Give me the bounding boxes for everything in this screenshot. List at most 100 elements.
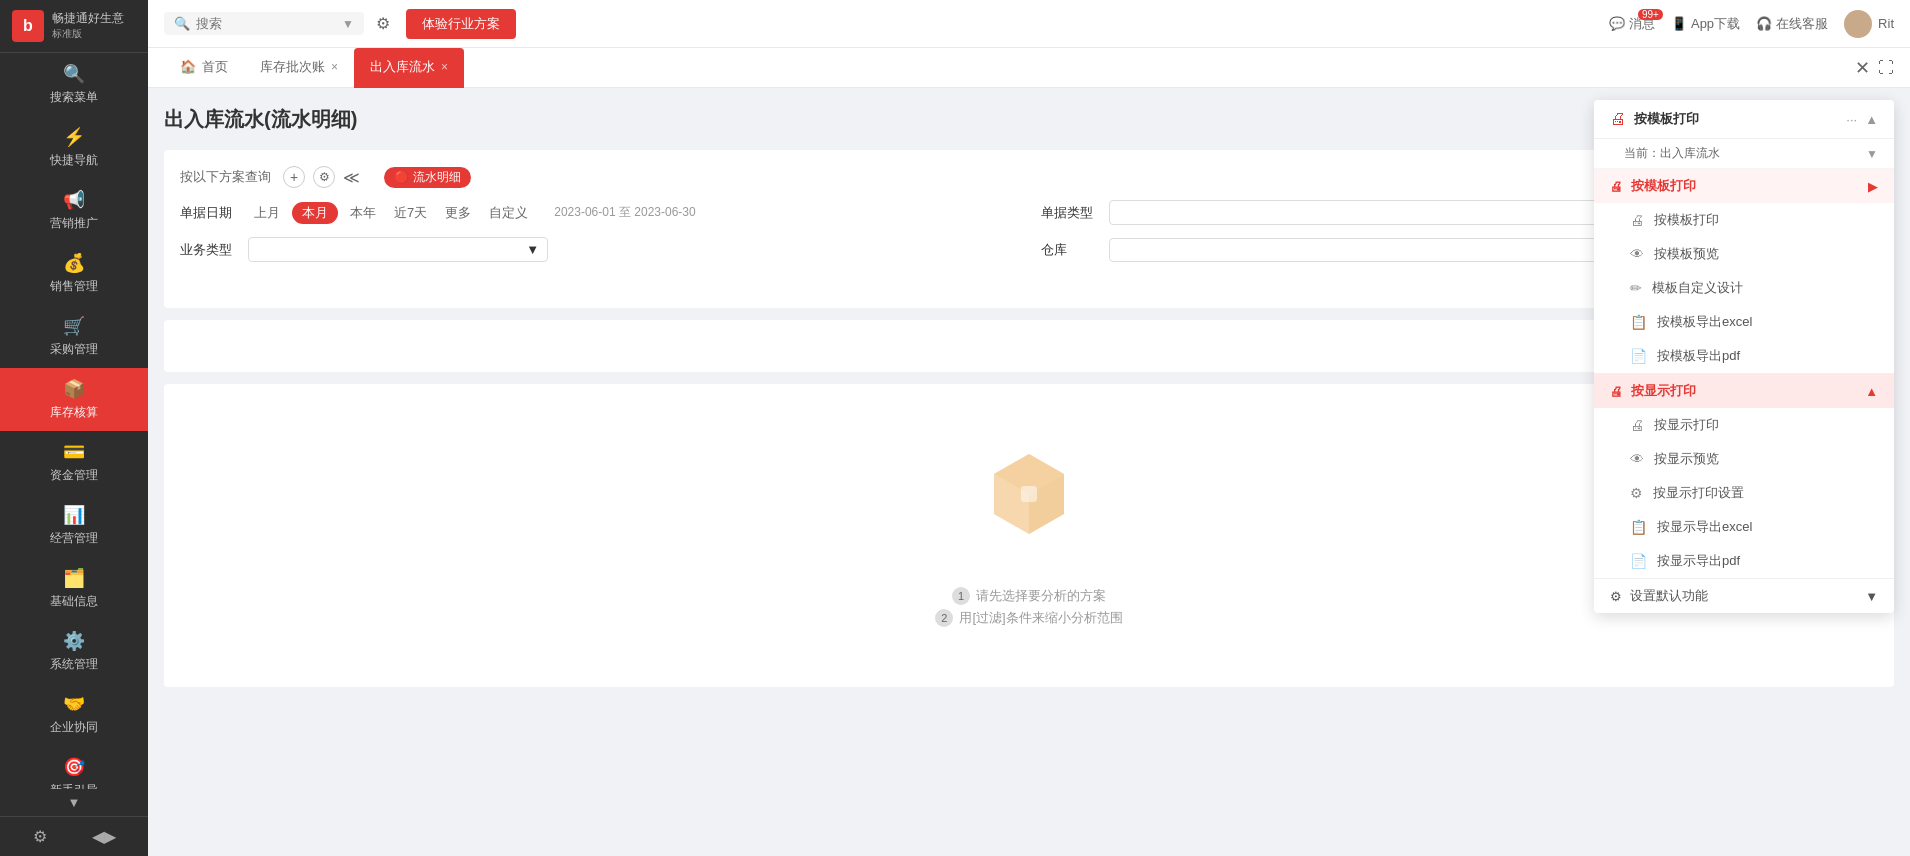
user-menu-btn[interactable]: Rit (1844, 10, 1894, 38)
headset-icon: 🎧 (1756, 16, 1772, 31)
sales-icon: 💰 (63, 252, 85, 274)
sidebar-item-inventory-label: 库存核算 (50, 404, 98, 421)
warehouse-label: 仓库 (1041, 241, 1101, 259)
template-export-excel-item[interactable]: 📋 按模板导出excel (1594, 305, 1894, 339)
sidebar-item-system[interactable]: ⚙️ 系统管理 (0, 620, 148, 683)
filter-setting-btn[interactable]: ⚙ (313, 166, 335, 188)
step-2-num: 2 (935, 609, 953, 627)
display-preview-item[interactable]: 👁 按显示预览 (1594, 442, 1894, 476)
chevron-up-active-icon: ▲ (1865, 384, 1878, 399)
document-type-label: 单据类型 (1041, 204, 1101, 222)
template-print-icon: 🖨 (1610, 179, 1623, 194)
dropdown-footer[interactable]: ⚙ 设置默认功能 ▼ (1594, 579, 1894, 613)
tab-flow-close[interactable]: × (441, 60, 448, 74)
chevron-down-footer-icon: ▼ (1865, 589, 1878, 604)
print-header-title: 按模板打印 (1634, 110, 1699, 128)
sidebar-item-purchase[interactable]: 🛒 采购管理 (0, 305, 148, 368)
printer-icon: 🖨 (1610, 110, 1626, 128)
filter-date-options: 上月 本月 本年 近7天 更多 自定义 (248, 202, 534, 224)
template-print-item[interactable]: 🖨 按模板打印 (1594, 203, 1894, 237)
close-window-btn[interactable]: ✕ (1855, 57, 1870, 79)
sidebar-item-inventory[interactable]: 📦 库存核算 (0, 368, 148, 431)
filter-tag: 🔴 流水明细 (384, 167, 471, 188)
guide-icon: 🎯 (63, 756, 85, 778)
step-1-text: 请先选择要分析的方案 (976, 587, 1106, 605)
sidebar-collapse-btn[interactable]: ◀▶ (92, 827, 116, 846)
template-export-excel-label: 按模板导出excel (1657, 313, 1752, 331)
app-download-btn[interactable]: 📱 App下载 (1671, 15, 1740, 33)
tab-batch[interactable]: 库存批次账 × (244, 48, 354, 88)
filter-collapse-icon[interactable]: ≪ (343, 168, 360, 187)
pdf-icon-2: 📄 (1630, 553, 1647, 569)
tab-flow[interactable]: 出入库流水 × (354, 48, 464, 88)
business-type-select[interactable]: ▼ (248, 237, 548, 262)
notification-btn[interactable]: 💬 消息 99+ (1609, 15, 1655, 33)
topbar-search-box[interactable]: 🔍 ▼ (164, 12, 364, 35)
date-current-month-btn[interactable]: 本月 (292, 202, 338, 224)
operation-icon: 📊 (63, 504, 85, 526)
current-module-label: 当前：出入库流水 (1624, 145, 1720, 162)
display-print-section: 🖨 按显示打印 ▲ 🖨 按显示打印 👁 按显示预览 ⚙ 按显示打印设置 (1594, 374, 1894, 579)
display-print-settings-item[interactable]: ⚙ 按显示打印设置 (1594, 476, 1894, 510)
online-service-btn[interactable]: 🎧 在线客服 (1756, 15, 1828, 33)
template-print-items: 🖨 按模板打印 👁 按模板预览 ✏ 模板自定义设计 📋 按模板导出excel 📄 (1594, 203, 1894, 373)
sidebar-item-quicknav[interactable]: ⚡ 快捷导航 (0, 116, 148, 179)
sidebar-settings-btn[interactable]: ⚙ (33, 827, 47, 846)
date-last-7-days-btn[interactable]: 近7天 (388, 202, 433, 224)
empty-state-step-2: 2 用[过滤]条件来缩小分析范围 (935, 609, 1122, 627)
filter-date-field: 单据日期 上月 本月 本年 近7天 更多 自定义 2023-06-01 至 20… (180, 202, 1017, 224)
topbar-gear-icon[interactable]: ⚙ (376, 14, 390, 33)
template-preview-label: 按模板预览 (1654, 245, 1719, 263)
phone-icon: 📱 (1671, 16, 1687, 31)
chevron-up-icon[interactable]: ▲ (1865, 112, 1878, 127)
sidebar-item-operation[interactable]: 📊 经营管理 (0, 494, 148, 557)
template-custom-item[interactable]: ✏ 模板自定义设计 (1594, 271, 1894, 305)
display-print-item[interactable]: 🖨 按显示打印 (1594, 408, 1894, 442)
template-preview-item[interactable]: 👁 按模板预览 (1594, 237, 1894, 271)
brand-badge: 标准版 (52, 27, 124, 41)
sidebar-item-search[interactable]: 🔍 搜索菜单 (0, 53, 148, 116)
print-more-icon[interactable]: ··· (1846, 112, 1857, 127)
date-custom-btn[interactable]: 自定义 (483, 202, 534, 224)
sidebar-item-enterprise-label: 企业协同 (50, 719, 98, 736)
sidebar-item-sales[interactable]: 💰 销售管理 (0, 242, 148, 305)
tab-flow-label: 出入库流水 (370, 58, 435, 76)
tab-batch-close[interactable]: × (331, 60, 338, 74)
date-current-year-btn[interactable]: 本年 (344, 202, 382, 224)
template-print-header[interactable]: 🖨 按模板打印 ▶ (1594, 169, 1894, 203)
sidebar-scroll-down[interactable]: ▼ (0, 789, 148, 816)
sidebar-item-enterprise[interactable]: 🤝 企业协同 (0, 683, 148, 746)
current-module-row: 当前：出入库流水 ▼ (1594, 139, 1894, 169)
template-export-pdf-item[interactable]: 📄 按模板导出pdf (1594, 339, 1894, 373)
industry-btn[interactable]: 体验行业方案 (406, 9, 516, 39)
chevron-down-icon[interactable]: ▼ (1866, 147, 1878, 161)
display-export-pdf-item[interactable]: 📄 按显示导出pdf (1594, 544, 1894, 578)
sidebar-nav: 🔍 搜索菜单 ⚡ 快捷导航 📢 营销推广 💰 销售管理 🛒 采购管理 📦 (0, 53, 148, 789)
gear-small-icon: ⚙ (1630, 485, 1643, 501)
sidebar-item-finance[interactable]: 💳 资金管理 (0, 431, 148, 494)
sidebar-item-guide[interactable]: 🎯 新手引导 (0, 746, 148, 789)
filter-label: 按以下方案查询 (180, 168, 271, 186)
sidebar-item-marketing[interactable]: 📢 营销推广 (0, 179, 148, 242)
search-input[interactable] (196, 16, 336, 31)
sidebar-item-quicknav-label: 快捷导航 (50, 152, 98, 169)
date-last-month-btn[interactable]: 上月 (248, 202, 286, 224)
sidebar-bottom: ⚙ ◀▶ (0, 816, 148, 856)
template-print-title: 🖨 按模板打印 (1610, 177, 1696, 195)
tab-home-label: 首页 (202, 58, 228, 76)
print-dropdown-header[interactable]: 🖨 按模板打印 ··· ▲ (1594, 100, 1894, 139)
notification-badge: 99+ (1638, 9, 1663, 20)
pdf-icon: 📄 (1630, 348, 1647, 364)
username-label: Rit (1878, 16, 1894, 31)
sidebar-item-basic[interactable]: 🗂️ 基础信息 (0, 557, 148, 620)
svg-rect-4 (1021, 486, 1037, 502)
sidebar: b 畅捷通好生意 标准版 🔍 搜索菜单 ⚡ 快捷导航 📢 营销推广 💰 (0, 0, 148, 856)
page-title: 出入库流水(流水明细) (164, 106, 357, 133)
filter-add-btn[interactable]: + (283, 166, 305, 188)
filter-tag-icon: 🔴 (394, 170, 409, 184)
display-export-excel-item[interactable]: 📋 按显示导出excel (1594, 510, 1894, 544)
tab-home[interactable]: 🏠 首页 (164, 48, 244, 88)
display-print-header[interactable]: 🖨 按显示打印 ▲ (1594, 374, 1894, 408)
date-more-btn[interactable]: 更多 (439, 202, 477, 224)
expand-window-btn[interactable]: ⛶ (1878, 59, 1894, 77)
